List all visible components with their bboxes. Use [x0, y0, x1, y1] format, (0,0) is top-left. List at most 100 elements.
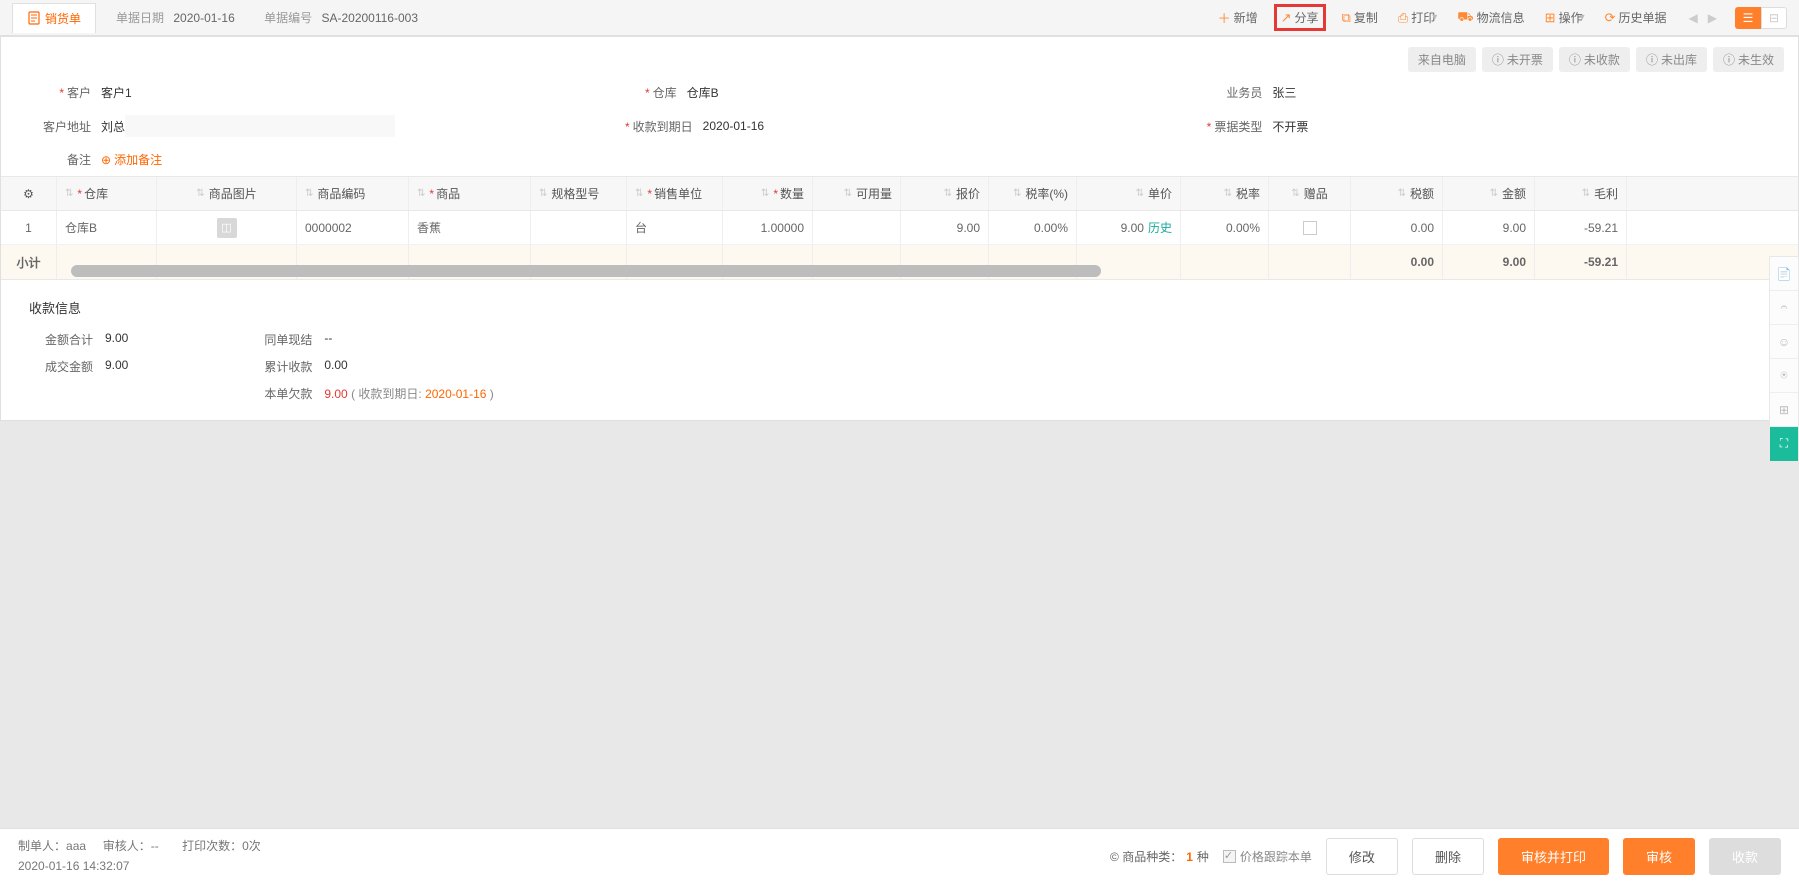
col-disc[interactable]: ⇅税率(%): [989, 177, 1077, 210]
table-header: ⚙ ⇅*仓库 ⇅商品图片 ⇅商品编码 ⇅*商品 ⇅规格型号 ⇅*销售单位 ⇅*数…: [1, 177, 1798, 211]
tab-sales-order[interactable]: 销货单: [12, 3, 96, 33]
footer-timestamp: 2020-01-16 14:32:07: [18, 857, 261, 876]
badge-unshipped[interactable]: ⓘ未出库: [1636, 47, 1707, 72]
col-profit[interactable]: ⇅毛利: [1535, 177, 1627, 210]
header-bar: 销货单 单据日期 2020-01-16 单据编号 SA-20200116-003…: [0, 0, 1799, 36]
share-button[interactable]: ↗分享: [1274, 4, 1326, 31]
prints-label: 打印次数：: [182, 839, 242, 853]
help-icon: ☺: [1778, 335, 1790, 349]
sort-icon: ⇅: [1224, 188, 1232, 199]
history-button[interactable]: ⟳历史单据: [1601, 7, 1671, 28]
col-amount[interactable]: ⇅金额: [1443, 177, 1535, 210]
gear-cell[interactable]: ⚙: [1, 177, 57, 210]
plus-icon: ＋: [1218, 8, 1231, 27]
view-detail-icon[interactable]: ⊟: [1761, 7, 1787, 29]
settle-value: --: [324, 331, 332, 348]
prev-icon[interactable]: ◀: [1689, 11, 1698, 25]
sort-icon: ⇅: [844, 188, 852, 199]
sort-icon: ⇅: [944, 188, 952, 199]
received-value: 0.00: [324, 358, 347, 375]
new-button[interactable]: ＋新增: [1214, 6, 1262, 29]
badge-uninvoiced[interactable]: ⓘ未开票: [1482, 47, 1553, 72]
col-spec[interactable]: ⇅规格型号: [531, 177, 627, 210]
sort-icon: ⇅: [1136, 188, 1144, 199]
dock-expand[interactable]: ⛶: [1770, 427, 1798, 461]
warehouse-value: 仓库B: [687, 84, 719, 101]
sales-label: 业务员: [1192, 84, 1262, 101]
doc-num-label: 单据编号: [264, 11, 312, 25]
horizontal-scrollbar[interactable]: [71, 265, 1101, 277]
table-row[interactable]: 1 仓库B ◫ 0000002 香蕉 台 1.00000 9.00 0.00% …: [1, 211, 1798, 245]
addr-value: 刘总: [101, 118, 125, 135]
row-avail: [813, 211, 901, 244]
col-image[interactable]: ⇅商品图片: [157, 177, 297, 210]
modify-button[interactable]: 修改: [1326, 838, 1398, 875]
auditor-label: 审核人：: [103, 839, 151, 853]
subtotal-taxamt: 0.00: [1351, 245, 1443, 279]
duedate-label: *收款到期日: [607, 118, 693, 135]
total-value: 9.00: [105, 331, 128, 348]
sort-icon: ⇅: [196, 188, 204, 199]
invoice-label: *票据类型: [1192, 118, 1262, 135]
sort-icon: ⇅: [1398, 188, 1406, 199]
sort-icon: ⇅: [305, 188, 313, 199]
delete-button[interactable]: 删除: [1412, 838, 1484, 875]
chevron-down-icon: ▾: [1580, 12, 1585, 23]
row-tax: 0.00%: [1181, 211, 1269, 244]
view-list-icon[interactable]: ☰: [1735, 7, 1761, 29]
gear-icon: ⚙: [23, 187, 34, 201]
tab-label: 销货单: [45, 10, 81, 27]
gift-checkbox[interactable]: [1303, 221, 1317, 235]
document-icon: [27, 11, 41, 25]
print-button[interactable]: ⎙打印▾: [1394, 7, 1441, 28]
info-icon: ⓘ: [1569, 51, 1581, 68]
redacted-area: [125, 115, 395, 137]
duedate-value: 2020-01-16: [703, 119, 764, 133]
footer-info: 制单人：aaa 审核人：-- 打印次数：0次 2020-01-16 14:32:…: [18, 837, 261, 875]
col-quote[interactable]: ⇅报价: [901, 177, 989, 210]
col-gift[interactable]: ⇅赠品: [1269, 177, 1351, 210]
dock-item-note[interactable]: 📄: [1770, 257, 1798, 291]
receive-button[interactable]: 收款: [1709, 838, 1781, 875]
sku-count: © 商品种类：1种: [1110, 848, 1209, 865]
audit-button[interactable]: 审核: [1623, 838, 1695, 875]
copy-button[interactable]: ⧉复制: [1338, 7, 1382, 28]
row-taxamt: 0.00: [1351, 211, 1443, 244]
row-quote: 9.00: [901, 211, 989, 244]
deal-label: 成交金额: [29, 358, 93, 375]
dock-item-user[interactable]: ⍟: [1770, 359, 1798, 393]
badge-unpaid[interactable]: ⓘ未收款: [1559, 47, 1630, 72]
status-badges: 来自电脑 ⓘ未开票 ⓘ未收款 ⓘ未出库 ⓘ未生效: [1, 37, 1798, 78]
copy-icon: ⧉: [1342, 10, 1351, 26]
col-qty[interactable]: ⇅*数量: [723, 177, 813, 210]
form-row-2: 客户地址 刘总 *收款到期日 2020-01-16 *票据类型 不开票: [1, 109, 1798, 145]
badge-ineffective[interactable]: ⓘ未生效: [1713, 47, 1784, 72]
row-index: 1: [1, 211, 57, 244]
sort-icon: ⇅: [1490, 188, 1498, 199]
col-unit[interactable]: ⇅*销售单位: [627, 177, 723, 210]
col-avail[interactable]: ⇅可用量: [813, 177, 901, 210]
sort-icon: ⇅: [1013, 188, 1021, 199]
badge-source: 来自电脑: [1408, 47, 1476, 72]
col-price[interactable]: ⇅单价: [1077, 177, 1181, 210]
audit-print-button[interactable]: 审核并打印: [1498, 838, 1609, 875]
row-qty: 1.00000: [723, 211, 813, 244]
price-follow[interactable]: 价格跟踪本单: [1223, 848, 1312, 865]
add-remark-link[interactable]: ⊕添加备注: [101, 151, 162, 168]
col-product[interactable]: ⇅*商品: [409, 177, 531, 210]
remark-label: 备注: [21, 151, 91, 168]
col-code[interactable]: ⇅商品编码: [297, 177, 409, 210]
price-history-link[interactable]: 历史: [1148, 219, 1172, 236]
col-tax[interactable]: ⇅税率: [1181, 177, 1269, 210]
next-icon[interactable]: ▶: [1708, 11, 1717, 25]
dock-item-help[interactable]: ☺: [1770, 325, 1798, 359]
dock-item-attach[interactable]: 𝄐: [1770, 291, 1798, 325]
dock-item-more[interactable]: ⊞: [1770, 393, 1798, 427]
col-taxamt[interactable]: ⇅税额: [1351, 177, 1443, 210]
logistics-button[interactable]: ⛟物流信息: [1453, 7, 1528, 29]
subtotal-profit: -59.21: [1535, 245, 1627, 279]
price-follow-checkbox[interactable]: [1223, 850, 1236, 863]
doc-num-value: SA-20200116-003: [321, 11, 418, 25]
col-warehouse[interactable]: ⇅*仓库: [57, 177, 157, 210]
operate-button[interactable]: ⊞操作▾: [1541, 7, 1589, 28]
